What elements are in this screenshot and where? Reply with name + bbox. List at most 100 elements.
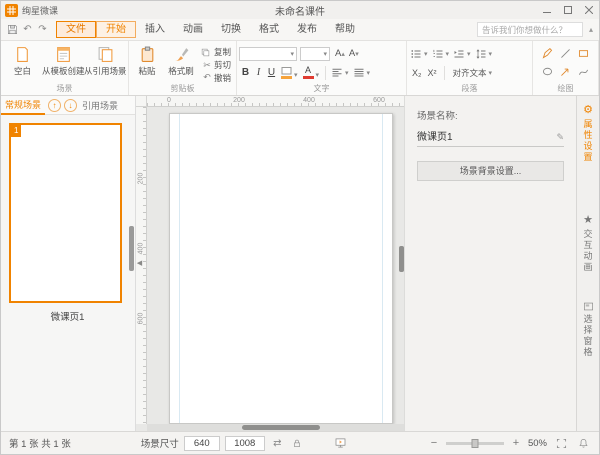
from-template-button[interactable]: 从模板创建 — [42, 44, 84, 84]
arrow-tool-button[interactable] — [557, 62, 575, 80]
zoom-out-button[interactable]: − — [429, 437, 439, 449]
canvas-hscrollbar-thumb[interactable] — [242, 425, 320, 430]
tab-selection-pane[interactable]: 选择窗格 — [577, 301, 599, 358]
text-group-label: 文字 — [237, 83, 406, 94]
canvas-hscrollbar[interactable] — [147, 424, 404, 431]
ribbon-group-text: ▾ ▾ A▴ A▾ B I U ▾ A — [237, 41, 407, 95]
main-area: 常规场景 ↑ ↓ 引用场景 1 微课页1 0 200 400 600 200 4… — [1, 96, 599, 431]
scene-height-input[interactable] — [225, 436, 265, 451]
underline-button[interactable]: U — [265, 67, 278, 78]
tab-help[interactable]: 帮助 — [326, 20, 364, 39]
zoom-slider-thumb[interactable] — [471, 439, 478, 448]
fullscreen-icon[interactable] — [554, 438, 569, 449]
maximize-button[interactable] — [557, 1, 578, 19]
decrease-font-button[interactable]: A▾ — [349, 48, 359, 59]
undo-button[interactable]: ↶ — [20, 22, 35, 38]
tab-properties[interactable]: ⚙ 属性设置 — [577, 104, 599, 163]
tab-insert[interactable]: 插入 — [136, 20, 174, 39]
ribbon-group-clipboard: 粘贴 格式刷 复制 ✂ 剪切 ↶ 撤销 剪贴板 — [129, 41, 237, 95]
search-input[interactable] — [477, 22, 583, 37]
tab-home[interactable]: 开始 — [96, 21, 136, 38]
reference-pages-icon — [97, 46, 114, 63]
format-painter-button[interactable]: 格式刷 — [163, 44, 199, 84]
page-indicator: 第 1 张 共 1 张 — [9, 436, 71, 450]
rect-tool-button[interactable] — [575, 44, 593, 62]
ribbon-group-scene: 空白 从模板创建 从引用场景 场景 — [1, 41, 129, 95]
undo-label: 撤销 — [214, 72, 231, 84]
redo-button[interactable]: ↷ — [35, 22, 50, 38]
bullet-list-button[interactable]: ▾ — [410, 48, 430, 60]
notification-bell-icon[interactable] — [576, 438, 591, 449]
number-list-button[interactable]: ▾ — [432, 48, 452, 60]
italic-button[interactable]: I — [252, 67, 265, 78]
font-family-select[interactable]: ▾ — [239, 47, 297, 61]
swap-size-icon[interactable]: ⇄ — [270, 438, 285, 449]
move-down-button[interactable]: ↓ — [64, 99, 77, 112]
slide-thumbnail[interactable]: 1 — [9, 123, 122, 303]
line-spacing-button[interactable]: ▾ — [475, 48, 495, 60]
tab-reference-scenes[interactable]: 引用场景 — [82, 99, 118, 112]
subscript-button[interactable]: X₂ — [412, 68, 422, 78]
zoom-in-button[interactable]: + — [511, 437, 521, 449]
tab-normal-scenes[interactable]: 常规场景 — [1, 96, 45, 115]
cut-button[interactable]: ✂ 剪切 — [201, 59, 231, 72]
copy-button[interactable]: 复制 — [201, 46, 231, 59]
minimize-button[interactable] — [536, 1, 557, 19]
font-color-letter: A — [305, 66, 311, 75]
increase-font-button[interactable]: A▴ — [335, 48, 345, 59]
tab-interaction[interactable]: ★ 交互动画 — [577, 214, 599, 273]
star-icon: ★ — [583, 214, 593, 227]
fill-color-button[interactable]: ▾ — [281, 67, 300, 79]
superscript-button[interactable]: X² — [428, 68, 437, 78]
slides-panel: 常规场景 ↑ ↓ 引用场景 1 微课页1 — [1, 96, 136, 431]
scene-width-input[interactable] — [184, 436, 220, 451]
tab-transition[interactable]: 切换 — [212, 20, 250, 39]
margin-guide — [382, 114, 383, 423]
collapse-left-panel-handle[interactable]: ◀ — [136, 254, 143, 272]
curve-icon — [577, 65, 590, 78]
scene-page[interactable] — [169, 113, 393, 424]
preview-icon[interactable] — [333, 437, 348, 449]
drawing-group-label: 绘图 — [533, 83, 598, 94]
file-menu-button[interactable]: 文件 — [56, 21, 96, 38]
maximize-icon — [564, 6, 572, 14]
tab-animation[interactable]: 动画 — [174, 20, 212, 39]
slides-scrollbar-thumb[interactable] — [129, 226, 134, 271]
edit-name-icon[interactable]: ✎ — [556, 132, 564, 143]
paste-icon — [139, 46, 156, 63]
zoom-slider[interactable] — [446, 442, 504, 445]
move-up-button[interactable]: ↑ — [48, 99, 61, 112]
lock-ratio-icon[interactable] — [290, 438, 305, 449]
tab-format[interactable]: 格式 — [250, 20, 288, 39]
chevron-down-icon: ▾ — [487, 69, 495, 77]
close-button[interactable] — [578, 1, 599, 19]
font-size-select[interactable]: ▾ — [300, 47, 330, 61]
from-reference-button[interactable]: 从引用场景 — [84, 44, 126, 84]
align-left-button[interactable]: ▾ — [331, 67, 351, 79]
indent-button[interactable]: ▾ — [453, 48, 473, 60]
ruler-label: 600 — [138, 311, 145, 327]
down-arrow-icon: ↓ — [69, 101, 73, 110]
bold-button[interactable]: B — [239, 67, 252, 78]
slide-name-label: 微课页1 — [1, 309, 134, 323]
tab-publish[interactable]: 发布 — [288, 20, 326, 39]
justify-button[interactable]: ▾ — [353, 67, 373, 79]
app-window: 绚星微课 未命名课件 ↶ ↷ 文件 开始 插入 动画 切换 格式 发 — [0, 0, 600, 455]
paste-button[interactable]: 粘贴 — [131, 44, 163, 84]
line-tool-button[interactable] — [557, 44, 575, 62]
ribbon: 空白 从模板创建 从引用场景 场景 粘贴 格式刷 — [1, 41, 599, 96]
chevron-down-icon: ▾ — [465, 50, 473, 58]
collapse-ribbon-icon[interactable]: ▴ — [583, 25, 599, 34]
pen-tool-button[interactable] — [539, 44, 557, 62]
line-spacing-icon — [475, 48, 487, 60]
ruler-label: 400 — [303, 97, 315, 104]
blank-scene-button[interactable]: 空白 — [3, 44, 42, 84]
save-button[interactable] — [5, 22, 20, 38]
align-text-button[interactable]: 对齐文本 ▾ — [450, 67, 495, 79]
font-color-button[interactable]: A ▾ — [303, 66, 322, 79]
margin-guide — [179, 114, 180, 423]
curve-tool-button[interactable] — [575, 62, 593, 80]
font-color-swatch — [303, 76, 314, 79]
background-settings-button[interactable]: 场景背景设置... — [417, 161, 564, 181]
ellipse-tool-button[interactable] — [539, 62, 557, 80]
